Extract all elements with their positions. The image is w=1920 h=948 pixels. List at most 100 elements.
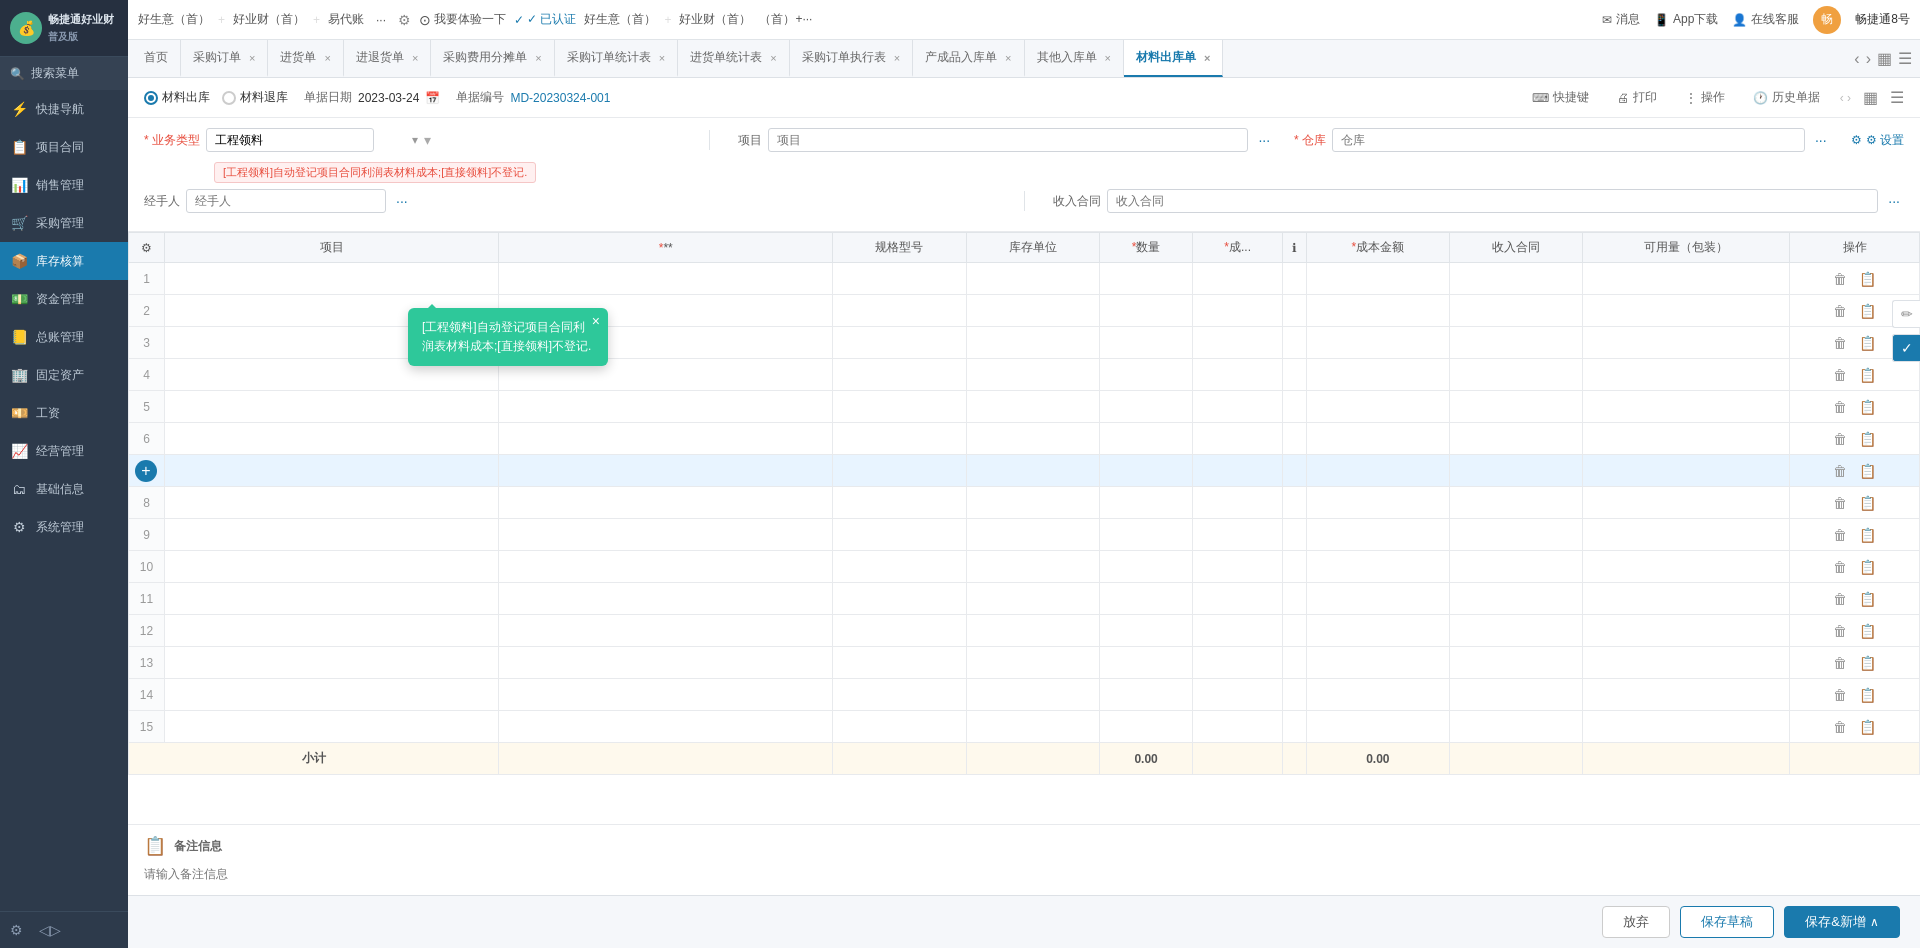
row-8-spec[interactable] <box>833 487 966 519</box>
topbar-certified-more[interactable]: （首）+··· <box>759 11 812 28</box>
row-5-copy-btn[interactable]: 📋 <box>1855 397 1880 417</box>
row-13-project[interactable] <box>165 647 499 679</box>
row-3-income-contract[interactable] <box>1449 327 1582 359</box>
row-9-spec[interactable] <box>833 519 966 551</box>
sidebar-item-business[interactable]: 📈经营管理 <box>0 432 128 470</box>
topbar-settings-icon[interactable]: ⚙ <box>398 12 411 28</box>
tab-grid-view[interactable]: ▦ <box>1877 49 1892 68</box>
row-11-unit[interactable] <box>966 583 1099 615</box>
row-3-delete-btn[interactable]: 🗑 <box>1829 333 1851 353</box>
row-9-income-contract[interactable] <box>1449 519 1582 551</box>
row-15-cost-amount[interactable] <box>1306 711 1449 743</box>
row-1-copy-btn[interactable]: 📋 <box>1855 269 1880 289</box>
row-13-delete-btn[interactable]: 🗑 <box>1829 653 1851 673</box>
history-btn[interactable]: 🕐 历史单据 <box>1745 86 1828 109</box>
sidebar-item-accounting[interactable]: 📒总账管理 <box>0 318 128 356</box>
tab-material_out[interactable]: 材料出库单× <box>1124 40 1223 77</box>
row-12-material[interactable] <box>499 615 833 647</box>
topbar-certified-link2[interactable]: 好业财（首） <box>679 11 751 28</box>
warehouse-input[interactable] <box>1332 128 1805 152</box>
row-15-cost[interactable] <box>1193 711 1283 743</box>
topbar-trial[interactable]: ⊙ 我要体验一下 <box>419 11 506 28</box>
save-draft-button[interactable]: 保存草稿 <box>1680 906 1774 938</box>
row-2-income-contract[interactable] <box>1449 295 1582 327</box>
row-9-project[interactable] <box>165 519 499 551</box>
tab-purchase_exec[interactable]: 采购订单执行表× <box>790 40 913 77</box>
row-12-cost-amount[interactable] <box>1306 615 1449 647</box>
row-11-cost[interactable] <box>1193 583 1283 615</box>
row-3-cost-amount[interactable] <box>1306 327 1449 359</box>
row-6-available[interactable] <box>1583 423 1790 455</box>
topbar-certified-link1[interactable]: 好生意（首） <box>584 11 656 28</box>
row-6-cost-amount[interactable] <box>1306 423 1449 455</box>
row-7-copy-btn[interactable]: 📋 <box>1855 461 1880 481</box>
operations-btn[interactable]: ⋮ 操作 <box>1677 86 1733 109</box>
row-14-qty[interactable] <box>1099 679 1193 711</box>
row-1-cost-amount[interactable] <box>1306 263 1449 295</box>
project-more-btn[interactable]: ··· <box>1254 132 1274 148</box>
topbar-more[interactable]: ··· <box>372 13 390 27</box>
row-1-project[interactable] <box>165 263 499 295</box>
row-12-cost[interactable] <box>1193 615 1283 647</box>
row-5-available[interactable] <box>1583 391 1790 423</box>
row-15-project[interactable] <box>165 711 499 743</box>
row-9-unit[interactable] <box>966 519 1099 551</box>
sidebar-item-inventory[interactable]: 📦库存核算 <box>0 242 128 280</box>
row-10-unit[interactable] <box>966 551 1099 583</box>
row-5-income-contract[interactable] <box>1449 391 1582 423</box>
row-4-copy-btn[interactable]: 📋 <box>1855 365 1880 385</box>
row-1-spec[interactable] <box>833 263 966 295</box>
right-float-edit-btn[interactable]: ✏ <box>1892 300 1920 328</box>
row-13-material[interactable] <box>499 647 833 679</box>
row-6-copy-btn[interactable]: 📋 <box>1855 429 1880 449</box>
row-4-spec[interactable] <box>833 359 966 391</box>
sidebar-item-fixed_assets[interactable]: 🏢固定资产 <box>0 356 128 394</box>
row-4-cost-amount[interactable] <box>1306 359 1449 391</box>
row-2-qty[interactable] <box>1099 295 1193 327</box>
row-15-unit[interactable] <box>966 711 1099 743</box>
row-13-available[interactable] <box>1583 647 1790 679</box>
topbar-link-2[interactable]: 好业财（首） <box>233 11 305 28</box>
row-2-cost[interactable] <box>1193 295 1283 327</box>
row-14-project[interactable] <box>165 679 499 711</box>
row-8-material[interactable] <box>499 487 833 519</box>
topbar-link-1[interactable]: 好生意（首） <box>138 11 210 28</box>
row-10-project[interactable] <box>165 551 499 583</box>
row-10-cost-amount[interactable] <box>1306 551 1449 583</box>
row-2-delete-btn[interactable]: 🗑 <box>1829 301 1851 321</box>
print-btn[interactable]: 🖨 打印 <box>1609 86 1665 109</box>
topbar-certified[interactable]: ✓✓ 已认证 <box>514 11 576 28</box>
row-7-delete-btn[interactable]: 🗑 <box>1829 461 1851 481</box>
row-3-qty[interactable] <box>1099 327 1193 359</box>
row-7-available[interactable] <box>1583 455 1790 487</box>
row-3-available[interactable] <box>1583 327 1790 359</box>
row-2-available[interactable] <box>1583 295 1790 327</box>
tab-product_in[interactable]: 产成品入库单× <box>913 40 1024 77</box>
row-6-spec[interactable] <box>833 423 966 455</box>
view-toggle-grid[interactable]: ▦ <box>1863 88 1878 107</box>
sidebar-settings-icon[interactable]: ⚙ <box>10 922 23 938</box>
row-11-income-contract[interactable] <box>1449 583 1582 615</box>
tab-goods_receipt[interactable]: 进货单× <box>268 40 343 77</box>
topbar-link-3[interactable]: 易代账 <box>328 11 364 28</box>
row-7-cost[interactable] <box>1193 455 1283 487</box>
tab-purchase_cost[interactable]: 采购费用分摊单× <box>431 40 554 77</box>
operator-input[interactable] <box>186 189 386 213</box>
tab-close-purchase_exec[interactable]: × <box>894 52 900 64</box>
row-6-qty[interactable] <box>1099 423 1193 455</box>
tab-other_in[interactable]: 其他入库单× <box>1025 40 1124 77</box>
row-13-cost-amount[interactable] <box>1306 647 1449 679</box>
tab-list-view[interactable]: ☰ <box>1898 49 1912 68</box>
project-input[interactable] <box>768 128 1249 152</box>
row-8-cost[interactable] <box>1193 487 1283 519</box>
row-2-unit[interactable] <box>966 295 1099 327</box>
row-1-cost[interactable] <box>1193 263 1283 295</box>
row-11-copy-btn[interactable]: 📋 <box>1855 589 1880 609</box>
row-8-delete-btn[interactable]: 🗑 <box>1829 493 1851 513</box>
row-4-available[interactable] <box>1583 359 1790 391</box>
row-11-spec[interactable] <box>833 583 966 615</box>
row-14-available[interactable] <box>1583 679 1790 711</box>
row-13-copy-btn[interactable]: 📋 <box>1855 653 1880 673</box>
discard-button[interactable]: 放弃 <box>1602 906 1670 938</box>
row-3-copy-btn[interactable]: 📋 <box>1855 333 1880 353</box>
